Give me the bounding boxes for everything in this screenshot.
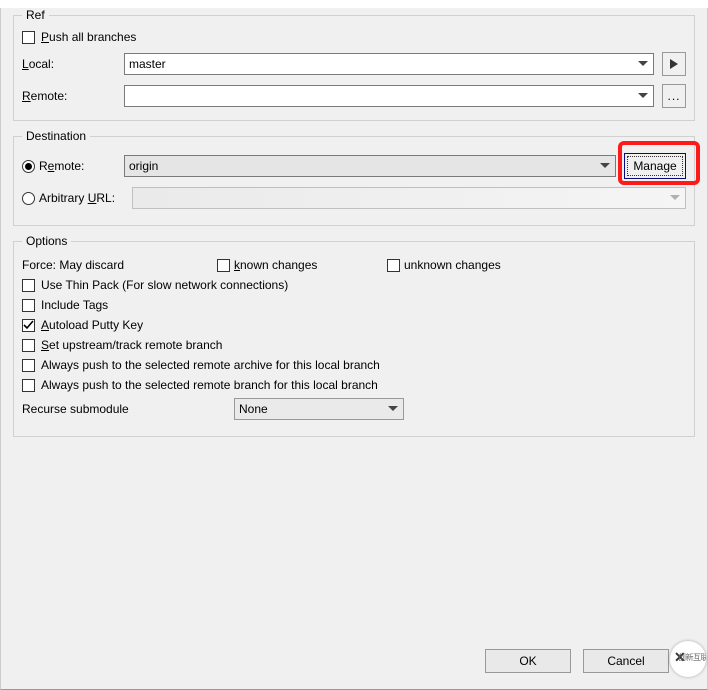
known-changes-checkbox[interactable] xyxy=(217,259,230,272)
local-branch-combo[interactable]: master xyxy=(124,53,654,75)
dialog-footer: OK Cancel xyxy=(1,633,707,689)
destination-group: Destination Remote: origin Manage Arbitr… xyxy=(13,129,695,226)
push-dialog: Ref Push all branches Local: master Remo… xyxy=(0,8,708,690)
ref-group: Ref Push all branches Local: master Remo… xyxy=(13,8,695,121)
remote-browse-button[interactable]: ... xyxy=(662,84,686,108)
unknown-changes-label: unknown changes xyxy=(404,258,501,272)
remote-ref-label: Remote: xyxy=(22,89,124,103)
dest-remote-value: origin xyxy=(129,159,158,173)
set-upstream-checkbox[interactable] xyxy=(22,339,35,352)
arbitrary-url-combo[interactable] xyxy=(132,187,686,209)
cancel-button[interactable]: Cancel xyxy=(583,649,669,673)
local-label: Local: xyxy=(22,57,124,71)
options-group: Options Force: May discard known changes… xyxy=(13,234,695,437)
ok-button-label: OK xyxy=(519,654,536,668)
thin-pack-label: Use Thin Pack (For slow network connecti… xyxy=(41,278,288,292)
thin-pack-checkbox[interactable] xyxy=(22,279,35,292)
chevron-down-icon xyxy=(597,158,613,174)
local-branch-value: master xyxy=(129,57,166,71)
arbitrary-url-label: Arbitrary URL: xyxy=(39,191,115,205)
push-archive-label: Always push to the selected remote archi… xyxy=(41,358,380,372)
dest-remote-combo[interactable]: origin xyxy=(124,155,616,177)
push-all-branches-checkbox[interactable] xyxy=(22,31,35,44)
watermark-logo: ✕创新互联 xyxy=(670,641,706,677)
remote-radio[interactable] xyxy=(22,160,35,173)
ref-legend: Ref xyxy=(22,8,49,22)
remote-ref-combo[interactable] xyxy=(124,85,654,107)
recurse-submodule-value: None xyxy=(239,402,268,416)
options-legend: Options xyxy=(22,234,71,248)
local-next-button[interactable] xyxy=(662,52,686,76)
ok-button[interactable]: OK xyxy=(485,649,571,673)
known-changes-label: known changes xyxy=(234,258,317,272)
push-branch-checkbox[interactable] xyxy=(22,379,35,392)
arbitrary-url-radio[interactable] xyxy=(22,192,35,205)
unknown-changes-checkbox[interactable] xyxy=(387,259,400,272)
push-archive-checkbox[interactable] xyxy=(22,359,35,372)
manage-button-label: Manage xyxy=(633,159,676,173)
autoload-putty-checkbox[interactable] xyxy=(22,319,35,332)
manage-button[interactable]: Manage xyxy=(624,153,686,179)
chevron-down-icon xyxy=(667,190,683,206)
include-tags-label: Include Tags xyxy=(41,298,108,312)
dest-remote-label: Remote: xyxy=(39,159,84,173)
chevron-down-icon xyxy=(635,56,651,72)
chevron-down-icon xyxy=(635,88,651,104)
include-tags-checkbox[interactable] xyxy=(22,299,35,312)
cancel-button-label: Cancel xyxy=(607,654,644,668)
play-icon xyxy=(670,59,678,69)
recurse-submodule-combo[interactable]: None xyxy=(234,398,404,420)
push-all-branches-label: Push all branches xyxy=(41,30,136,44)
push-branch-label: Always push to the selected remote branc… xyxy=(41,378,378,392)
force-label: Force: May discard xyxy=(22,258,217,272)
autoload-putty-label: Autoload Putty Key xyxy=(41,318,143,332)
ellipsis-icon: ... xyxy=(667,89,680,103)
chevron-down-icon xyxy=(385,401,401,417)
destination-legend: Destination xyxy=(22,129,90,143)
set-upstream-label: Set upstream/track remote branch xyxy=(41,338,222,352)
recurse-submodule-label: Recurse submodule xyxy=(22,402,234,416)
